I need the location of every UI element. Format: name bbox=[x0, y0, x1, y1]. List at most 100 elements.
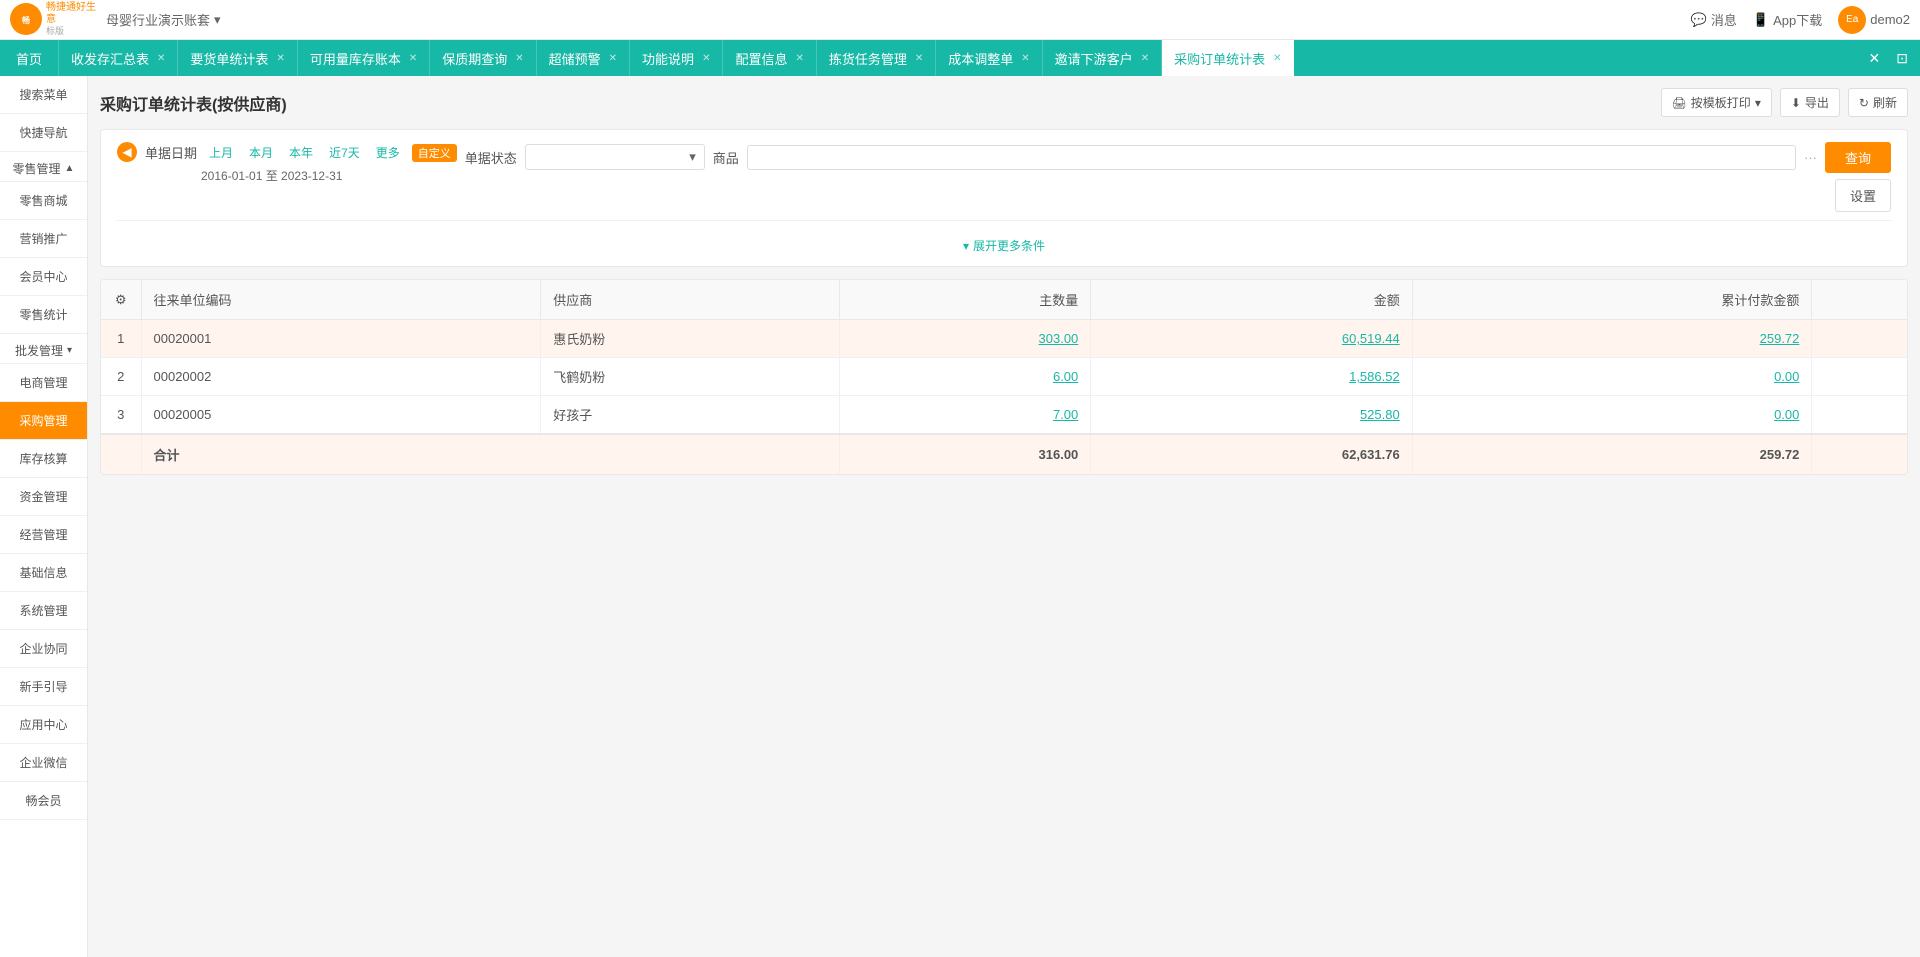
row1-amount: 60,519.44 bbox=[1091, 320, 1412, 358]
print-label: 按模板打印 bbox=[1691, 94, 1751, 111]
tab-pick-task[interactable]: 拣货任务管理 ✕ bbox=[817, 40, 936, 76]
date-shortcuts: 上月 本月 本年 近7天 更多 自定义 bbox=[205, 142, 457, 163]
row2-unit-code: 00020002 bbox=[141, 358, 541, 396]
sidebar-capital-label: 资金管理 bbox=[0, 488, 87, 505]
printer-icon: 🖨 bbox=[1672, 96, 1687, 110]
sidebar-app-center-label: 应用中心 bbox=[0, 716, 87, 733]
row2-qty-link[interactable]: 6.00 bbox=[1053, 369, 1078, 384]
tab-receive-summary-close[interactable]: ✕ bbox=[157, 53, 165, 64]
nav-tabs-end: ✕ ⊡ bbox=[1865, 46, 1920, 71]
tab-home[interactable]: 首页 bbox=[0, 40, 59, 76]
date-7days[interactable]: 近7天 bbox=[325, 142, 364, 163]
sidebar-item-member[interactable]: 会员中心 bbox=[0, 258, 87, 296]
sidebar-item-basic-info[interactable]: 基础信息 bbox=[0, 554, 87, 592]
export-button[interactable]: ⬇ 导出 bbox=[1780, 88, 1840, 117]
column-settings-icon[interactable]: ⚙ bbox=[115, 292, 127, 307]
sidebar-item-enterprise-collab[interactable]: 企业协同 bbox=[0, 630, 87, 668]
sidebar-item-marketing[interactable]: 营销推广 bbox=[0, 220, 87, 258]
tab-goods-summary-close[interactable]: ✕ bbox=[276, 53, 284, 64]
date-this-month[interactable]: 本月 bbox=[245, 142, 277, 163]
tab-overstock-close[interactable]: ✕ bbox=[609, 53, 617, 64]
settings-button[interactable]: 设置 bbox=[1835, 179, 1891, 212]
tab-cost-adjust-close[interactable]: ✕ bbox=[1021, 53, 1029, 64]
sidebar-item-retail-shop[interactable]: 零售商城 bbox=[0, 182, 87, 220]
print-button[interactable]: 🖨 按模板打印 ▾ bbox=[1661, 88, 1772, 117]
logo-area: 畅 畅捷通好生意 标版 bbox=[10, 2, 98, 37]
refresh-button[interactable]: ↻ 刷新 bbox=[1848, 88, 1908, 117]
status-select[interactable]: ▾ bbox=[525, 144, 705, 170]
sidebar-item-shortcut[interactable]: 快捷导航 bbox=[0, 114, 87, 152]
app-download-button[interactable]: 📱 App下载 bbox=[1753, 10, 1822, 29]
date-more[interactable]: 更多 bbox=[372, 142, 404, 163]
sidebar-item-wholesale[interactable]: 批发管理 ▾ bbox=[0, 334, 87, 364]
tab-config-info-close[interactable]: ✕ bbox=[795, 53, 803, 64]
row1-qty-link[interactable]: 303.00 bbox=[1039, 331, 1079, 346]
sidebar-item-operations[interactable]: 经营管理 bbox=[0, 516, 87, 554]
tab-pick-task-close[interactable]: ✕ bbox=[915, 53, 923, 64]
workspace-selector[interactable]: 母婴行业演示账套 ▾ bbox=[98, 10, 229, 29]
data-table: ⚙ 往来单位编码 供应商 主数量 金额 累计付款金额 1 00020001 bbox=[100, 279, 1908, 475]
row3-amount-link[interactable]: 525.80 bbox=[1360, 407, 1400, 422]
tab-feature-desc[interactable]: 功能说明 ✕ bbox=[630, 40, 723, 76]
filter-expand-button[interactable]: ▾ 展开更多条件 bbox=[117, 237, 1891, 254]
row1-paid-link[interactable]: 259.72 bbox=[1760, 331, 1800, 346]
row3-paid-link[interactable]: 0.00 bbox=[1774, 407, 1799, 422]
tab-warranty[interactable]: 保质期查询 ✕ bbox=[430, 40, 536, 76]
row2-paid-link[interactable]: 0.00 bbox=[1774, 369, 1799, 384]
more-options-icon[interactable]: ··· bbox=[1804, 150, 1817, 165]
tab-purchase-summary[interactable]: 采购订单统计表 ✕ bbox=[1162, 40, 1294, 76]
row2-paid: 0.00 bbox=[1412, 358, 1812, 396]
tab-invite-downstream[interactable]: 邀请下游客户 ✕ bbox=[1043, 40, 1162, 76]
query-button[interactable]: 查询 bbox=[1825, 142, 1891, 173]
message-button[interactable]: 💬 消息 bbox=[1691, 10, 1737, 29]
tab-feature-desc-close[interactable]: ✕ bbox=[702, 53, 710, 64]
sidebar-item-inventory[interactable]: 库存核算 bbox=[0, 440, 87, 478]
date-range-text: 2016-01-01 至 2023-12-31 bbox=[201, 169, 342, 183]
table-footer: 合计 316.00 62,631.76 259.72 bbox=[101, 434, 1907, 474]
row2-amount-link[interactable]: 1,586.52 bbox=[1349, 369, 1400, 384]
content-area: 采购订单统计表(按供应商) 🖨 按模板打印 ▾ ⬇ 导出 ↻ 刷新 bbox=[88, 76, 1920, 957]
tab-receive-summary[interactable]: 收发存汇总表 ✕ bbox=[59, 40, 178, 76]
tab-goods-summary[interactable]: 要货单统计表 ✕ bbox=[178, 40, 297, 76]
expand-label: 展开更多条件 bbox=[973, 237, 1045, 254]
tab-available-stock[interactable]: 可用量库存账本 ✕ bbox=[298, 40, 430, 76]
maximize-button[interactable]: ⊡ bbox=[1892, 46, 1912, 71]
sidebar-new-guide-label: 新手引导 bbox=[0, 678, 87, 695]
sidebar-item-app-center[interactable]: 应用中心 bbox=[0, 706, 87, 744]
sidebar-item-enterprise-wechat[interactable]: 企业微信 bbox=[0, 744, 87, 782]
row2-supplier: 飞鹤奶粉 bbox=[541, 358, 840, 396]
sidebar-purchase-label: 采购管理 bbox=[0, 412, 87, 429]
sidebar-item-system[interactable]: 系统管理 bbox=[0, 592, 87, 630]
row1-amount-link[interactable]: 60,519.44 bbox=[1342, 331, 1400, 346]
sidebar-item-capital[interactable]: 资金管理 bbox=[0, 478, 87, 516]
date-custom-badge[interactable]: 自定义 bbox=[412, 144, 457, 162]
row3-paid: 0.00 bbox=[1412, 396, 1812, 435]
tab-warranty-close[interactable]: ✕ bbox=[515, 53, 523, 64]
sidebar-item-ecommerce[interactable]: 电商管理 bbox=[0, 364, 87, 402]
tab-overstock[interactable]: 超储预警 ✕ bbox=[537, 40, 630, 76]
goods-input[interactable] bbox=[747, 145, 1796, 170]
tab-available-stock-close[interactable]: ✕ bbox=[409, 53, 417, 64]
tab-feature-desc-label: 功能说明 bbox=[642, 49, 694, 68]
date-last-month[interactable]: 上月 bbox=[205, 142, 237, 163]
sidebar-item-retail-mgmt[interactable]: 零售管理 ▲ bbox=[0, 152, 87, 182]
sidebar-item-search[interactable]: 搜索菜单 bbox=[0, 76, 87, 114]
date-this-year[interactable]: 本年 bbox=[285, 142, 317, 163]
sidebar-item-member-vip[interactable]: 畅会员 bbox=[0, 782, 87, 820]
sidebar-item-retail-stats[interactable]: 零售统计 bbox=[0, 296, 87, 334]
row3-seq: 3 bbox=[101, 396, 141, 435]
user-menu[interactable]: Ea demo2 bbox=[1838, 6, 1910, 34]
sidebar-item-new-guide[interactable]: 新手引导 bbox=[0, 668, 87, 706]
tab-purchase-summary-close[interactable]: ✕ bbox=[1273, 53, 1281, 64]
sidebar-item-purchase[interactable]: 采购管理 bbox=[0, 402, 87, 440]
tab-warranty-label: 保质期查询 bbox=[442, 49, 507, 68]
close-all-tabs-button[interactable]: ✕ bbox=[1865, 46, 1885, 71]
row1-paid: 259.72 bbox=[1412, 320, 1812, 358]
tab-invite-downstream-close[interactable]: ✕ bbox=[1141, 53, 1149, 64]
row3-qty-link[interactable]: 7.00 bbox=[1053, 407, 1078, 422]
sidebar-ecommerce-label: 电商管理 bbox=[0, 374, 87, 391]
tab-cost-adjust[interactable]: 成本调整单 ✕ bbox=[936, 40, 1042, 76]
tab-home-label: 首页 bbox=[16, 49, 42, 68]
filter-collapse-button[interactable]: ◀ bbox=[117, 142, 137, 162]
tab-config-info[interactable]: 配置信息 ✕ bbox=[723, 40, 816, 76]
